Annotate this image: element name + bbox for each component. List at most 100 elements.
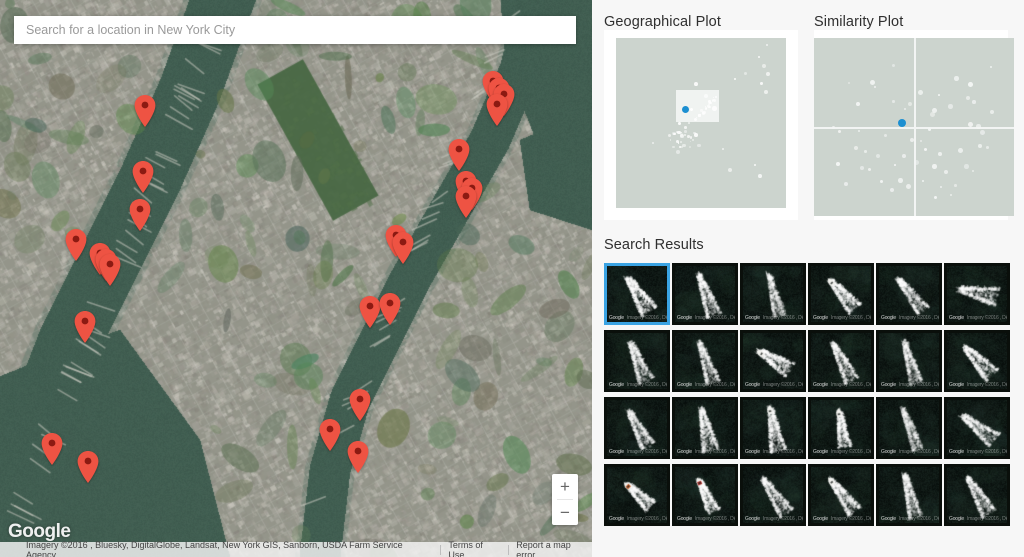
similarity-plot-point[interactable] — [832, 126, 835, 129]
geographical-plot-point[interactable] — [758, 56, 761, 59]
similarity-plot-point[interactable] — [980, 130, 985, 135]
map-marker[interactable] — [98, 253, 122, 287]
geographical-plot-point[interactable] — [744, 72, 748, 76]
similarity-plot-point[interactable] — [990, 66, 993, 69]
similarity-plot-point[interactable] — [990, 110, 995, 115]
map-marker[interactable] — [346, 440, 370, 474]
geographical-plot-point[interactable] — [728, 168, 733, 173]
similarity-plot-point[interactable] — [876, 154, 881, 159]
geographical-plot-point[interactable] — [678, 122, 681, 125]
similarity-plot-point[interactable] — [964, 164, 969, 169]
similarity-plot-point[interactable] — [950, 194, 953, 197]
search-result-thumbnail[interactable]: GoogleImagery ©2016 , DigitalGlobe — [672, 464, 738, 526]
map-marker[interactable] — [391, 231, 415, 265]
search-result-thumbnail[interactable]: GoogleImagery ©2016 , DigitalGlobe — [944, 397, 1010, 459]
similarity-plot-point[interactable] — [920, 140, 923, 143]
similarity-plot-point[interactable] — [968, 82, 973, 87]
search-result-thumbnail[interactable]: GoogleImagery ©2016 , DigitalGlobe — [672, 397, 738, 459]
geographical-plot-selected-point[interactable] — [682, 106, 689, 113]
map-marker[interactable] — [348, 388, 372, 422]
similarity-plot-point[interactable] — [858, 130, 860, 132]
geographical-plot-point[interactable] — [688, 122, 690, 124]
map-marker[interactable] — [73, 310, 97, 344]
map-marker[interactable] — [318, 418, 342, 452]
similarity-plot-point[interactable] — [844, 182, 849, 187]
search-result-thumbnail[interactable]: GoogleImagery ©2016 , DigitalGlobe — [604, 397, 670, 459]
similarity-plot-point[interactable] — [892, 100, 895, 103]
similarity-plot-point[interactable] — [854, 146, 859, 151]
search-result-thumbnail[interactable]: GoogleImagery ©2016 , DigitalGlobe — [876, 263, 942, 325]
search-result-thumbnail[interactable]: GoogleImagery ©2016 , DigitalGlobe — [944, 263, 1010, 325]
search-result-thumbnail[interactable]: GoogleImagery ©2016 , DigitalGlobe — [944, 464, 1010, 526]
search-result-thumbnail[interactable]: GoogleImagery ©2016 , DigitalGlobe — [672, 263, 738, 325]
geographical-plot-point[interactable] — [676, 150, 680, 154]
similarity-plot-point[interactable] — [890, 188, 894, 192]
search-result-thumbnail[interactable]: GoogleImagery ©2016 , DigitalGlobe — [944, 330, 1010, 392]
search-result-thumbnail[interactable]: GoogleImagery ©2016 , DigitalGlobe — [808, 330, 874, 392]
similarity-plot-point[interactable] — [838, 130, 842, 134]
map-marker[interactable] — [131, 160, 155, 194]
similarity-plot-point[interactable] — [914, 160, 919, 165]
terms-of-use-link[interactable]: Terms of Use — [448, 540, 501, 557]
search-result-thumbnail[interactable]: GoogleImagery ©2016 , DigitalGlobe — [876, 330, 942, 392]
map-marker[interactable] — [76, 450, 100, 484]
geographical-plot-point[interactable] — [760, 82, 763, 85]
geographical-plot-point[interactable] — [722, 148, 724, 150]
geographical-plot-point[interactable] — [754, 164, 757, 167]
similarity-plot-point[interactable] — [986, 146, 989, 149]
map-marker[interactable] — [128, 198, 152, 232]
report-map-error-link[interactable]: Report a map error — [516, 540, 592, 557]
similarity-plot-point[interactable] — [856, 102, 860, 106]
map-marker[interactable] — [64, 228, 88, 262]
similarity-plot-point[interactable] — [892, 64, 896, 68]
map-marker[interactable] — [447, 138, 471, 172]
map-marker[interactable] — [485, 93, 509, 127]
similarity-plot-point[interactable] — [874, 86, 877, 89]
similarity-plot-point[interactable] — [932, 164, 937, 169]
geographical-plot-point[interactable] — [712, 106, 717, 111]
similarity-plot-point[interactable] — [938, 94, 940, 96]
similarity-plot-point[interactable] — [894, 164, 896, 166]
similarity-plot-point[interactable] — [972, 100, 976, 104]
similarity-plot-point[interactable] — [848, 82, 851, 85]
search-result-thumbnail[interactable]: GoogleImagery ©2016 , DigitalGlobe — [604, 263, 670, 325]
similarity-plot-point[interactable] — [958, 148, 963, 153]
similarity-plot-point[interactable] — [968, 122, 973, 127]
search-input[interactable] — [26, 16, 564, 44]
similarity-plot-point[interactable] — [902, 154, 906, 158]
similarity-plot-point[interactable] — [934, 196, 938, 200]
similarity-plot-point[interactable] — [972, 170, 975, 173]
similarity-plot-point[interactable] — [836, 162, 840, 166]
similarity-plot-point[interactable] — [924, 148, 928, 152]
similarity-plot-area[interactable] — [814, 38, 1014, 216]
geographical-plot-point[interactable] — [684, 126, 687, 129]
similarity-plot-point[interactable] — [870, 80, 875, 85]
search-result-thumbnail[interactable]: GoogleImagery ©2016 , DigitalGlobe — [808, 263, 874, 325]
similarity-plot-point[interactable] — [944, 170, 949, 175]
search-result-thumbnail[interactable]: GoogleImagery ©2016 , DigitalGlobe — [672, 330, 738, 392]
geographical-plot-point[interactable] — [652, 142, 654, 144]
search-result-thumbnail[interactable]: GoogleImagery ©2016 , DigitalGlobe — [740, 464, 806, 526]
search-result-thumbnail[interactable]: GoogleImagery ©2016 , DigitalGlobe — [604, 330, 670, 392]
similarity-plot-point[interactable] — [860, 166, 865, 171]
similarity-plot-point[interactable] — [930, 112, 935, 117]
similarity-plot-point[interactable] — [864, 150, 867, 153]
search-result-thumbnail[interactable]: GoogleImagery ©2016 , DigitalGlobe — [604, 464, 670, 526]
search-result-thumbnail[interactable]: GoogleImagery ©2016 , DigitalGlobe — [876, 464, 942, 526]
similarity-plot-point[interactable] — [928, 128, 932, 132]
map-marker[interactable] — [454, 185, 478, 219]
similarity-plot-point[interactable] — [884, 134, 888, 138]
map-pane[interactable]: + − Google Imagery ©2016 , Bluesky, Digi… — [0, 0, 592, 557]
similarity-plot-point[interactable] — [978, 144, 982, 148]
geographical-plot-point[interactable] — [764, 90, 768, 94]
geographical-plot-card[interactable] — [604, 30, 798, 220]
search-result-thumbnail[interactable]: GoogleImagery ©2016 , DigitalGlobe — [740, 330, 806, 392]
similarity-plot-point[interactable] — [938, 152, 942, 156]
similarity-plot-card[interactable] — [814, 30, 1014, 220]
similarity-plot-point[interactable] — [868, 168, 871, 171]
map-marker[interactable] — [40, 432, 64, 466]
geographical-plot-point[interactable] — [766, 72, 770, 76]
similarity-plot-point[interactable] — [898, 178, 903, 183]
search-result-thumbnail[interactable]: GoogleImagery ©2016 , DigitalGlobe — [808, 397, 874, 459]
similarity-plot-point[interactable] — [904, 108, 907, 111]
